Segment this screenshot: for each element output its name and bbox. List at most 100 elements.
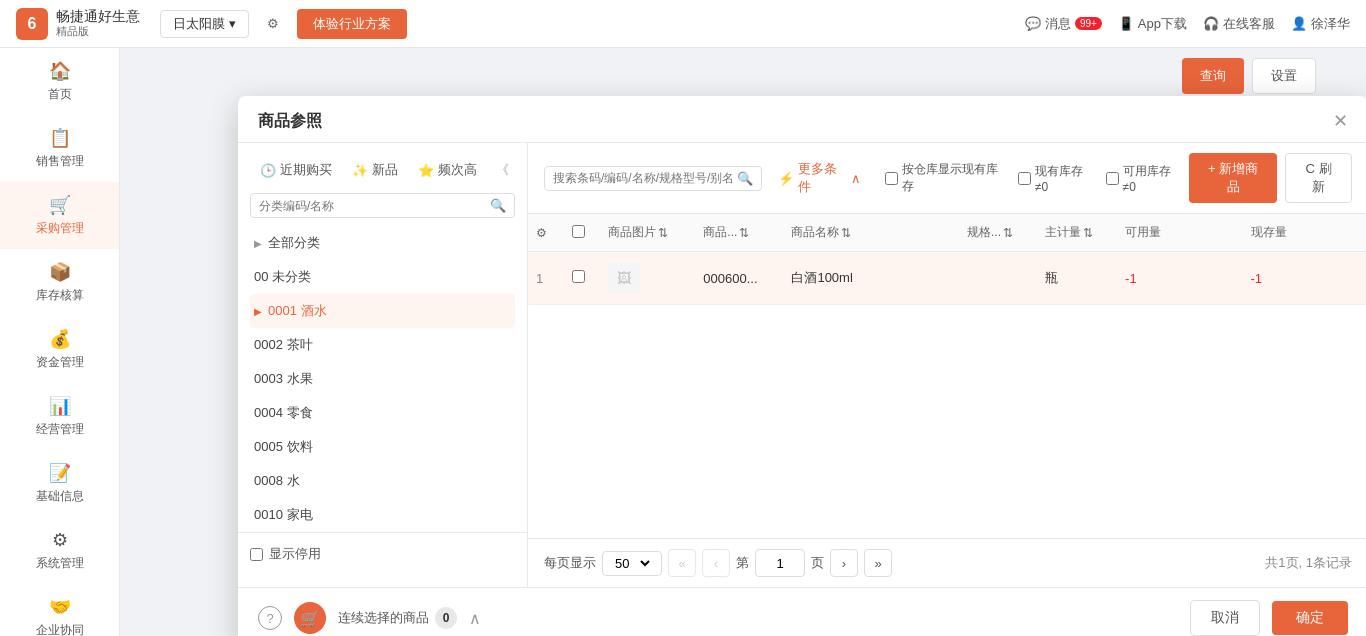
logo-text-block: 畅捷通好生意 精品版 <box>56 8 140 40</box>
product-search-icon[interactable]: 🔍 <box>737 171 753 186</box>
query-btn[interactable]: 查询 <box>1182 58 1244 94</box>
category-7-label: 0010 家电 <box>254 506 313 524</box>
sidebar-item-inventory[interactable]: 📦 库存核算 <box>0 249 119 316</box>
first-page-btn[interactable]: « <box>668 549 696 577</box>
td-spec <box>959 252 1037 305</box>
check-stock-nonzero-input[interactable] <box>1018 172 1031 185</box>
category-0-label: 00 未分类 <box>254 268 311 286</box>
system-icon: ⚙ <box>52 529 68 551</box>
cancel-btn[interactable]: 取消 <box>1190 600 1260 636</box>
th-unit-sort[interactable]: 主计量⇅ <box>1045 224 1109 241</box>
sidebar-item-basic[interactable]: 📝 基础信息 <box>0 450 119 517</box>
sidebar-item-home[interactable]: 🏠 首页 <box>0 48 119 115</box>
selected-count-badge: 0 <box>435 607 457 629</box>
bg-settings-btn[interactable]: 设置 <box>1252 58 1316 94</box>
th-name-sort[interactable]: 商品名称⇅ <box>791 224 951 241</box>
refresh-btn[interactable]: C 刷新 <box>1285 153 1352 203</box>
td-code: 000600... <box>695 252 783 305</box>
collapse-left-btn[interactable]: 《 <box>490 155 515 185</box>
inventory-icon: 📦 <box>49 261 71 283</box>
help-icon[interactable]: ? <box>258 606 282 630</box>
category-search-wrap: 🔍 <box>250 193 515 218</box>
tab-recent[interactable]: 🕒 近期购买 <box>250 155 342 185</box>
sidebar-label-inventory: 库存核算 <box>36 287 84 304</box>
product-table-body: 1 🖼 000600... 白酒100ml 瓶 -1 -1 <box>528 252 1366 305</box>
check-warehouse[interactable]: 按仓库显示现有库存 <box>885 161 1006 195</box>
check-avail-nonzero-input[interactable] <box>1106 172 1119 185</box>
new-icon: ✨ <box>352 163 368 178</box>
sidebar-item-sales[interactable]: 📋 销售管理 <box>0 115 119 182</box>
sidebar-item-finance[interactable]: 💰 资金管理 <box>0 316 119 383</box>
bg-actions: 查询 设置 <box>1182 58 1316 94</box>
add-product-btn[interactable]: + 新增商品 <box>1189 153 1277 203</box>
category-search-icon[interactable]: 🔍 <box>490 198 506 213</box>
sidebar-label-management: 经营管理 <box>36 421 84 438</box>
table-row[interactable]: 1 🖼 000600... 白酒100ml 瓶 -1 -1 <box>528 252 1366 305</box>
sidebar-item-enterprise[interactable]: 🤝 企业协同 <box>0 584 119 636</box>
experience-btn[interactable]: 体验行业方案 <box>297 9 407 39</box>
modal-header: 商品参照 ✕ <box>238 96 1366 143</box>
sort-icon: ⇅ <box>658 226 668 240</box>
page-number-input[interactable] <box>755 549 805 577</box>
category-search-input[interactable] <box>259 199 486 213</box>
category-3[interactable]: 0003 水果 <box>250 362 515 396</box>
store-selector[interactable]: 日太阳膜 ▾ <box>160 10 249 38</box>
th-image: 商品图片⇅ <box>600 214 695 252</box>
category-4[interactable]: 0004 零食 <box>250 396 515 430</box>
td-checkbox[interactable] <box>564 252 600 305</box>
category-7[interactable]: 0010 家电 <box>250 498 515 532</box>
page-label: 第 <box>736 554 749 572</box>
tab-frequent[interactable]: ⭐ 频次高 <box>408 155 487 185</box>
confirm-btn[interactable]: 确定 <box>1272 601 1348 635</box>
category-2[interactable]: 0002 茶叶 <box>250 328 515 362</box>
select-all-checkbox[interactable] <box>572 225 585 238</box>
td-name: 白酒100ml <box>783 252 959 305</box>
last-page-btn[interactable]: » <box>864 549 892 577</box>
display-disabled-wrap: 显示停用 <box>238 532 527 575</box>
sidebar-item-management[interactable]: 📊 经营管理 <box>0 383 119 450</box>
tab-new[interactable]: ✨ 新品 <box>342 155 408 185</box>
check-stock-nonzero[interactable]: 现有库存≠0 <box>1018 163 1094 194</box>
product-search-input[interactable] <box>553 171 733 185</box>
display-disabled-checkbox[interactable] <box>250 548 263 561</box>
arrow-all-icon: ▶ <box>254 238 262 249</box>
check-avail-nonzero[interactable]: 可用库存≠0 <box>1106 163 1182 194</box>
sidebar-item-purchase[interactable]: 🛒 采购管理 <box>0 182 119 249</box>
online-service-item[interactable]: 🎧 在线客服 <box>1203 15 1275 33</box>
sidebar-item-system[interactable]: ⚙ 系统管理 <box>0 517 119 584</box>
settings-icon[interactable]: ⚙ <box>257 8 289 40</box>
star-icon: ⭐ <box>418 163 434 178</box>
category-1-label: 0001 酒水 <box>268 302 327 320</box>
th-code-sort[interactable]: 商品...⇅ <box>703 224 775 241</box>
category-all[interactable]: ▶ 全部分类 <box>250 226 515 260</box>
prev-page-btn[interactable]: ‹ <box>702 549 730 577</box>
chevron-down-icon: ▾ <box>229 16 236 31</box>
right-panel: 🔍 ⚡ 更多条件 ∧ 按仓库显示现有库存 <box>528 143 1366 587</box>
message-item[interactable]: 💬 消息 99+ <box>1025 15 1102 33</box>
th-image-sort[interactable]: 商品图片⇅ <box>608 224 687 241</box>
footer-up-icon[interactable]: ∧ <box>469 609 481 628</box>
th-checkbox[interactable] <box>564 214 600 252</box>
category-0[interactable]: 00 未分类 <box>250 260 515 294</box>
finance-icon: 💰 <box>49 328 71 350</box>
row-checkbox[interactable] <box>572 270 585 283</box>
category-6[interactable]: 0008 水 <box>250 464 515 498</box>
th-settings[interactable]: ⚙ <box>528 214 564 252</box>
sidebar-label-basic: 基础信息 <box>36 488 84 505</box>
cart-btn[interactable]: 🛒 <box>294 602 326 634</box>
user-item[interactable]: 👤 徐泽华 <box>1291 15 1350 33</box>
table-header-row: ⚙ 商品图片⇅ 商品...⇅ 商品名称⇅ 规格...⇅ 主计量⇅ 可用量 现存量 <box>528 214 1366 252</box>
category-5[interactable]: 0005 饮料 <box>250 430 515 464</box>
sort-code-icon: ⇅ <box>739 226 749 240</box>
category-1[interactable]: ▶ 0001 酒水 <box>250 294 515 328</box>
per-page-select[interactable]: 10 20 50 100 <box>611 555 653 572</box>
app-download-item[interactable]: 📱 App下载 <box>1118 15 1187 33</box>
td-num: 1 <box>528 252 564 305</box>
modal-close-btn[interactable]: ✕ <box>1333 110 1348 132</box>
headset-icon: 🎧 <box>1203 16 1219 31</box>
more-conditions-btn[interactable]: ⚡ 更多条件 ∧ <box>770 156 869 200</box>
next-page-btn[interactable]: › <box>830 549 858 577</box>
th-spec-sort[interactable]: 规格...⇅ <box>967 224 1029 241</box>
sort-unit-icon: ⇅ <box>1083 226 1093 240</box>
check-warehouse-input[interactable] <box>885 172 898 185</box>
